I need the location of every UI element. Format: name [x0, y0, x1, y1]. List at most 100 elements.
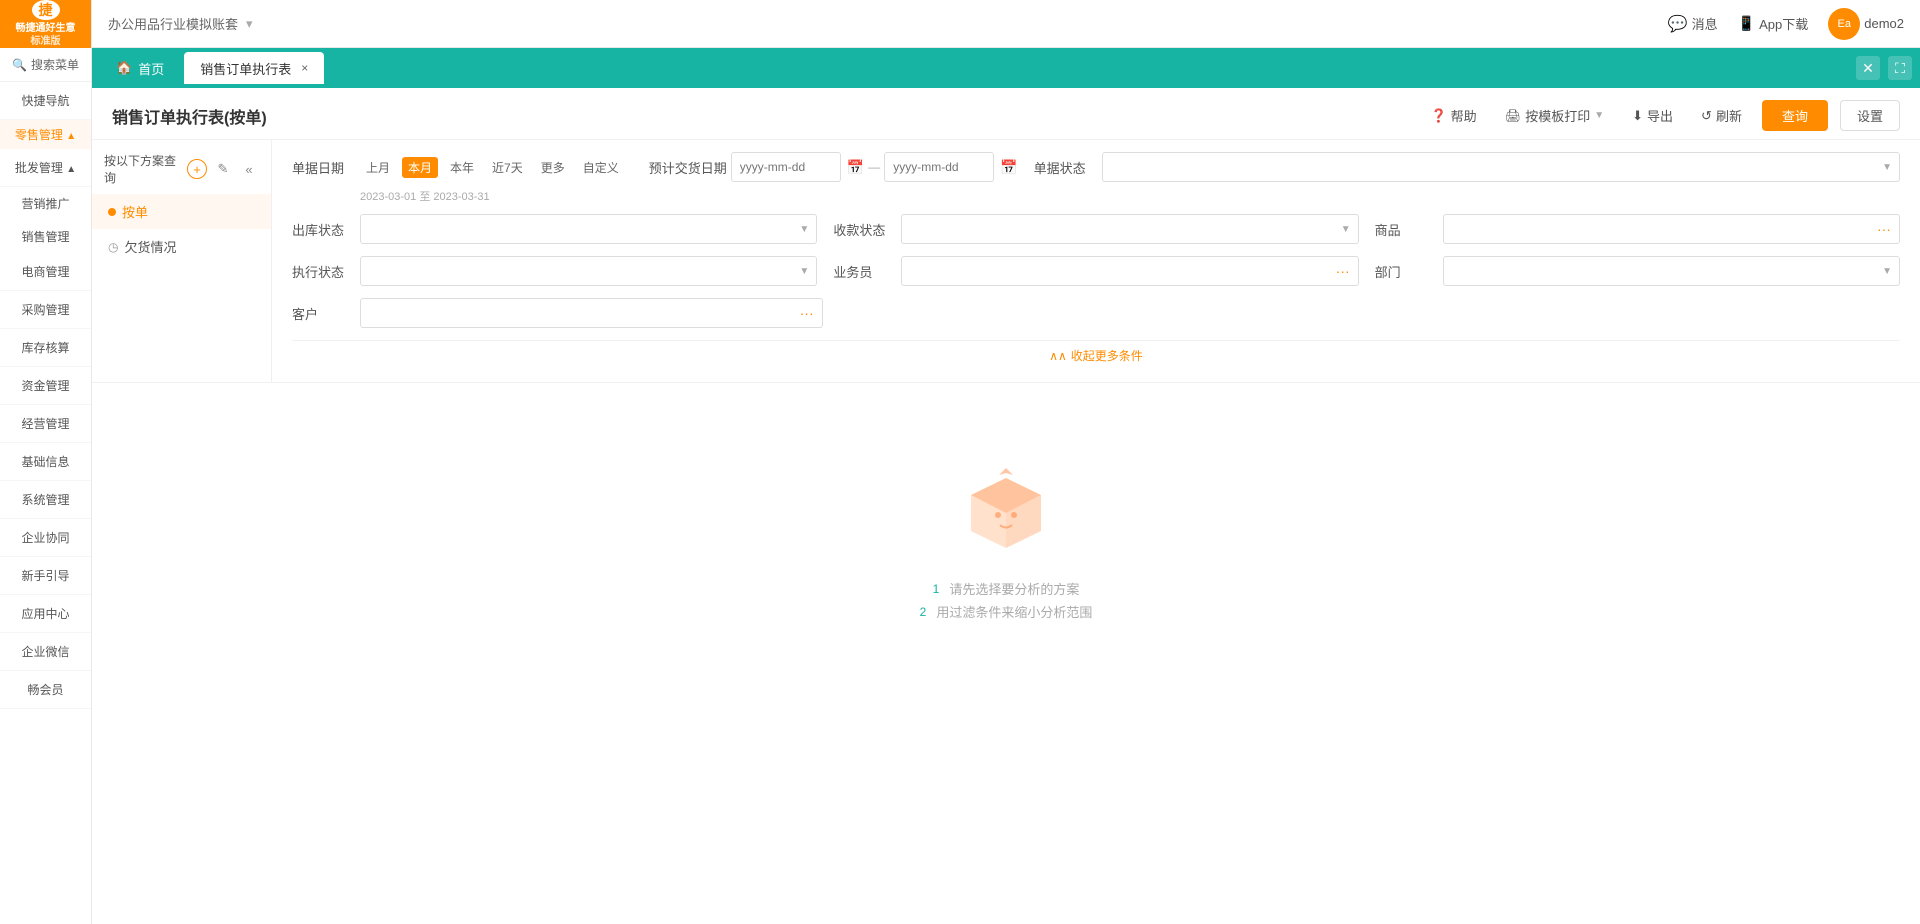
sidebar-item-sales-mgmt[interactable]: 销售管理: [0, 220, 91, 253]
shortcut-last-month[interactable]: 上月: [360, 157, 396, 178]
scheme-item-by-order[interactable]: 按单: [92, 194, 271, 229]
user-action[interactable]: Ea demo2: [1828, 8, 1904, 40]
outbound-select[interactable]: [360, 214, 817, 244]
sidebar-item-marketing[interactable]: 营销推广: [0, 187, 91, 220]
wholesale-arrow: ▲: [66, 164, 76, 175]
sidebar-item-retail-mgmt[interactable]: 零售管理 ▲: [0, 120, 91, 149]
collection-select[interactable]: [901, 214, 1358, 244]
shortcut-7days[interactable]: 近7天: [486, 157, 529, 178]
query-btn[interactable]: 查询: [1762, 100, 1828, 131]
cal-icon-end[interactable]: 📅: [1000, 159, 1017, 176]
system-label: 系统管理: [21, 493, 69, 507]
breadcrumb-arrow[interactable]: ▾: [246, 16, 253, 32]
sidebar-item-member[interactable]: 畅会员: [0, 671, 91, 709]
filter-item-customer: 客户 ···: [292, 298, 823, 328]
department-label: 部门: [1375, 262, 1435, 281]
print-arrow: ▼: [1594, 110, 1604, 121]
sidebar-item-app-center[interactable]: 应用中心: [0, 595, 91, 633]
shortcut-current-month[interactable]: 本月: [402, 157, 438, 178]
sidebar-item-quick-nav[interactable]: 快捷导航: [0, 82, 91, 120]
refresh-btn[interactable]: ↺ 刷新: [1693, 102, 1750, 129]
clock-icon: ◷: [108, 240, 118, 254]
sidebar-item-wechat[interactable]: 企业微信: [0, 633, 91, 671]
help-btn[interactable]: ❓ 帮助: [1422, 102, 1484, 129]
tab-sales-order[interactable]: 销售订单执行表 ×: [184, 52, 324, 84]
user-avatar: Ea: [1828, 8, 1860, 40]
query-label: 查询: [1782, 109, 1808, 124]
sidebar-item-inventory[interactable]: 库存核算: [0, 329, 91, 367]
more-conditions-btn[interactable]: ∧∧ 收起更多条件: [292, 340, 1900, 370]
newbie-label: 新手引导: [21, 569, 69, 583]
cal-icon-start[interactable]: 📅: [847, 159, 864, 176]
date-label: 单据日期: [292, 158, 352, 177]
tab-maximize-btn[interactable]: ⛶: [1888, 56, 1912, 80]
sidebar-item-system[interactable]: 系统管理: [0, 481, 91, 519]
sidebar-item-enterprise[interactable]: 企业协同: [0, 519, 91, 557]
add-scheme-btn[interactable]: +: [187, 159, 207, 179]
page-title-bar: 销售订单执行表(按单) ❓ 帮助 🖨 按模板打印 ▼ ⬇ 导出: [92, 88, 1920, 140]
sidebar-item-newbie[interactable]: 新手引导: [0, 557, 91, 595]
export-btn[interactable]: ⬇ 导出: [1624, 102, 1681, 129]
sidebar-item-purchase[interactable]: 采购管理: [0, 291, 91, 329]
filter-sidebar-title-text: 按以下方案查询: [104, 152, 187, 186]
exec-select[interactable]: [360, 256, 817, 286]
retail-label: 零售管理: [15, 128, 63, 142]
operations-label: 经营管理: [21, 417, 69, 431]
scheme-item-shortage[interactable]: ◷ 欠货情况: [92, 229, 271, 264]
app-logo: 捷 畅捷通好生意 标准版: [0, 0, 91, 48]
expected-date-end[interactable]: [884, 152, 994, 182]
settings-btn[interactable]: 设置: [1840, 100, 1900, 131]
status-select[interactable]: [1102, 152, 1900, 182]
help-icon: ❓: [1430, 108, 1446, 124]
collapse-scheme-btn[interactable]: «: [239, 159, 259, 179]
sidebar-item-operations[interactable]: 经营管理: [0, 405, 91, 443]
customer-ellipsis-btn[interactable]: ···: [800, 305, 814, 321]
empty-num1: 1: [933, 582, 940, 596]
department-select-wrap: ▼: [1443, 256, 1900, 286]
filter-sidebar-title: 按以下方案查询 + ✎ «: [92, 152, 271, 194]
goods-ellipsis-btn[interactable]: ···: [1877, 221, 1891, 237]
date-range-display: 2023-03-01 至 2023-03-31: [292, 188, 1900, 204]
refresh-icon: ↺: [1701, 108, 1712, 124]
collection-label: 收款状态: [833, 220, 893, 239]
filter-item-exec-status: 执行状态 ▼: [292, 256, 817, 286]
sidebar-search[interactable]: 🔍 搜索菜单: [0, 48, 91, 82]
empty-illustration: [956, 463, 1056, 563]
filter-item-department: 部门 ▼: [1375, 256, 1900, 286]
sidebar-item-finance[interactable]: 资金管理: [0, 367, 91, 405]
customer-input-wrap: ···: [360, 298, 823, 328]
app-download-action[interactable]: 📱 App下载: [1738, 14, 1809, 33]
logo-icon: 捷: [32, 0, 60, 20]
exec-status-label: 执行状态: [292, 262, 352, 281]
tab-close-btn[interactable]: ×: [301, 61, 308, 75]
empty-text2: 用过滤条件来缩小分析范围: [936, 602, 1092, 621]
shortcut-current-year[interactable]: 本年: [444, 157, 480, 178]
collapse-icon: ∧∧: [1049, 349, 1067, 363]
expected-date-filter: 预计交货日期 📅 — 📅: [649, 152, 1018, 182]
shortcut-more[interactable]: 更多: [535, 157, 571, 178]
export-icon: ⬇: [1632, 108, 1643, 124]
status-filter: 单据状态 ▼: [1034, 152, 1900, 182]
sidebar-item-basic-info[interactable]: 基础信息: [0, 443, 91, 481]
sidebar-item-wholesale-mgmt[interactable]: 批发管理 ▲: [0, 149, 91, 187]
finance-label: 资金管理: [21, 379, 69, 393]
main-area: 办公用品行业模拟账套 ▾ 💬 消息 📱 App下载 Ea demo2 🏠 首页: [92, 0, 1920, 924]
print-label: 按模板打印: [1525, 106, 1590, 125]
filter-row-2: 出库状态 ▼ 收款状态: [292, 214, 1900, 244]
filter-sidebar: 按以下方案查询 + ✎ « 按单 ◷ 欠货情况: [92, 140, 272, 382]
tab-home[interactable]: 🏠 首页: [100, 52, 180, 84]
salesperson-ellipsis-btn[interactable]: ···: [1336, 263, 1350, 279]
scheme-label-shortage: 欠货情况: [124, 237, 176, 256]
sidebar-item-ecommerce[interactable]: 电商管理: [0, 253, 91, 291]
message-action[interactable]: 💬 消息: [1668, 14, 1718, 34]
department-select[interactable]: [1443, 256, 1900, 286]
print-btn[interactable]: 🖨 按模板打印 ▼: [1497, 102, 1612, 129]
expected-date-start[interactable]: [731, 152, 841, 182]
settings-label: 设置: [1857, 109, 1883, 124]
tab-minimize-btn[interactable]: ✕: [1856, 56, 1880, 80]
edit-scheme-btn[interactable]: ✎: [213, 159, 233, 179]
breadcrumb-text: 办公用品行业模拟账套: [108, 14, 238, 33]
message-label: 消息: [1692, 14, 1718, 33]
home-icon: 🏠: [116, 60, 132, 76]
shortcut-custom[interactable]: 自定义: [577, 157, 625, 178]
